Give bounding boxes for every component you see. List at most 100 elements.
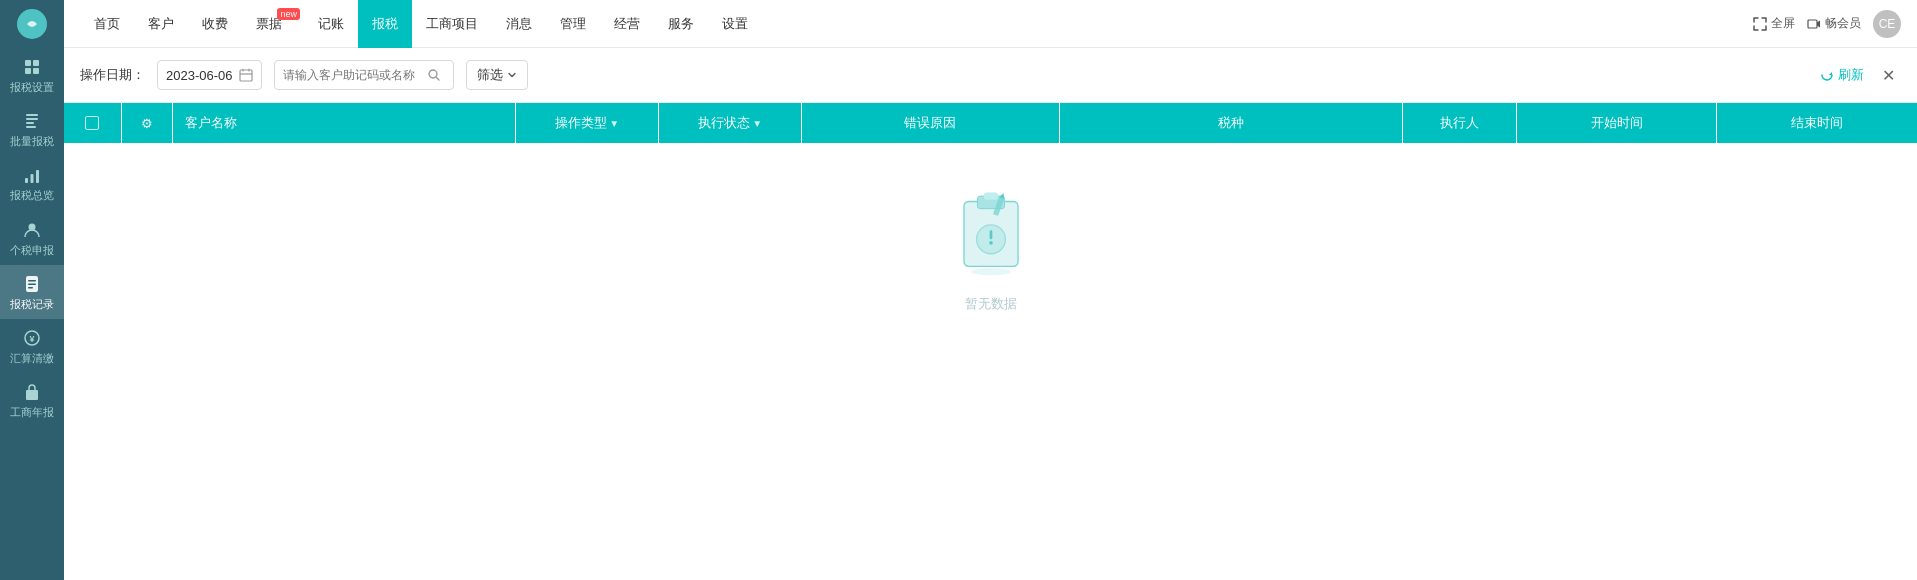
sidebar-item-label: 汇算清缴	[10, 352, 54, 365]
svg-rect-15	[28, 283, 36, 285]
th-error: 错误原因	[802, 103, 1059, 143]
search-input[interactable]	[283, 68, 423, 82]
data-table: ⚙ 客户名称 操作类型 ▼ 执行状态	[64, 103, 1917, 143]
sidebar-item-label: 报税总览	[10, 189, 54, 202]
date-picker[interactable]: 2023-06-06	[157, 60, 262, 90]
sidebar-item-tax-settings[interactable]: 报税设置	[0, 48, 64, 102]
th-optype[interactable]: 操作类型 ▼	[516, 103, 659, 143]
date-label: 操作日期：	[80, 66, 145, 84]
toolbar: 操作日期： 2023-06-06 筛选	[64, 48, 1917, 103]
svg-rect-16	[28, 287, 33, 289]
svg-point-29	[989, 241, 993, 245]
svg-rect-28	[989, 230, 992, 239]
svg-rect-21	[240, 70, 252, 81]
nav-tax[interactable]: 报税	[358, 0, 412, 48]
sidebar: 报税设置 批量报税 报税总览 个税申报 报税记录 ¥ 汇算清缴 工	[0, 0, 64, 580]
refresh-label: 刷新	[1838, 66, 1864, 84]
sidebar-item-tax-records[interactable]: 报税记录	[0, 265, 64, 319]
svg-rect-1	[25, 60, 31, 66]
svg-rect-3	[25, 68, 31, 74]
new-badge: new	[277, 8, 300, 21]
select-all-checkbox[interactable]	[85, 116, 99, 130]
fullscreen-label: 全屏	[1771, 15, 1795, 32]
tax-settings-icon	[21, 56, 43, 78]
nav-finance[interactable]: 经营	[600, 0, 654, 48]
content-area: 操作日期： 2023-06-06 筛选	[64, 48, 1917, 580]
svg-point-32	[971, 268, 1011, 275]
sidebar-item-label: 报税设置	[10, 81, 54, 94]
fullscreen-button[interactable]: 全屏	[1753, 15, 1795, 32]
close-button[interactable]: ✕	[1876, 64, 1901, 87]
svg-rect-11	[36, 170, 39, 183]
empty-text: 暂无数据	[965, 295, 1017, 313]
sidebar-item-batch-tax[interactable]: 批量报税	[0, 102, 64, 156]
refresh-icon	[1820, 68, 1834, 82]
member-button[interactable]: 畅会员	[1807, 15, 1861, 32]
nav-manage[interactable]: 管理	[546, 0, 600, 48]
search-icon	[427, 68, 441, 82]
topnav-right: 全屏 畅会员 CE	[1753, 10, 1901, 38]
th-executor: 执行人	[1402, 103, 1516, 143]
svg-rect-20	[1808, 20, 1817, 28]
logo-icon	[17, 9, 47, 39]
svg-rect-7	[26, 122, 34, 124]
sidebar-item-label: 批量报税	[10, 135, 54, 148]
tax-records-icon	[21, 273, 43, 295]
sidebar-item-annual-report[interactable]: 工商年报	[0, 373, 64, 427]
personal-tax-icon	[21, 219, 43, 241]
settlement-icon: ¥	[21, 327, 43, 349]
th-customer: 客户名称	[173, 103, 516, 143]
th-taxtype: 税种	[1059, 103, 1402, 143]
nav-customer[interactable]: 客户	[134, 0, 188, 48]
brand-svg	[21, 13, 43, 35]
nav-settings[interactable]: 设置	[708, 0, 762, 48]
sidebar-item-label: 工商年报	[10, 406, 54, 419]
table-container: ⚙ 客户名称 操作类型 ▼ 执行状态	[64, 103, 1917, 580]
nav-items: 首页 客户 收费 票据 new 记账 报税 工商项目 消息	[80, 0, 1753, 48]
th-starttime: 开始时间	[1517, 103, 1717, 143]
th-status[interactable]: 执行状态 ▼	[659, 103, 802, 143]
filter-label: 筛选	[477, 66, 503, 84]
nav-bizproject[interactable]: 工商项目	[412, 0, 492, 48]
nav-home[interactable]: 首页	[80, 0, 134, 48]
empty-illustration	[946, 183, 1036, 283]
sidebar-item-label: 报税记录	[10, 298, 54, 311]
filter-button[interactable]: 筛选	[466, 60, 528, 90]
date-value: 2023-06-06	[166, 68, 233, 83]
nav-invoice[interactable]: 票据 new	[242, 0, 304, 48]
sidebar-logo	[0, 0, 64, 48]
th-checkbox	[64, 103, 121, 143]
avatar[interactable]: CE	[1873, 10, 1901, 38]
empty-state: 暂无数据	[64, 143, 1917, 373]
batch-tax-icon	[21, 110, 43, 132]
svg-rect-9	[25, 178, 28, 183]
calendar-icon	[239, 68, 253, 82]
annual-report-icon	[21, 381, 43, 403]
fullscreen-icon	[1753, 17, 1767, 31]
tax-overview-icon	[21, 164, 43, 186]
top-navigation: 首页 客户 收费 票据 new 记账 报税 工商项目 消息	[64, 0, 1917, 48]
sort-icon: ▼	[752, 118, 762, 129]
svg-rect-6	[26, 118, 38, 120]
sidebar-item-settlement[interactable]: ¥ 汇算清缴	[0, 319, 64, 373]
svg-rect-5	[26, 114, 38, 116]
chevron-down-icon	[507, 70, 517, 80]
svg-rect-4	[33, 68, 39, 74]
svg-rect-10	[31, 174, 34, 183]
svg-rect-14	[28, 280, 36, 282]
nav-bookkeeping[interactable]: 记账	[304, 0, 358, 48]
svg-text:¥: ¥	[29, 334, 34, 344]
svg-rect-2	[33, 60, 39, 66]
th-endtime: 结束时间	[1717, 103, 1917, 143]
video-icon	[1807, 17, 1821, 31]
refresh-button[interactable]: 刷新	[1820, 66, 1864, 84]
member-label: 畅会员	[1825, 15, 1861, 32]
nav-service[interactable]: 服务	[654, 0, 708, 48]
sidebar-item-personal-tax[interactable]: 个税申报	[0, 211, 64, 265]
th-settings[interactable]: ⚙	[121, 103, 172, 143]
nav-billing[interactable]: 收费	[188, 0, 242, 48]
nav-message[interactable]: 消息	[492, 0, 546, 48]
search-wrap	[274, 60, 454, 90]
svg-rect-26	[983, 193, 997, 200]
sidebar-item-tax-overview[interactable]: 报税总览	[0, 156, 64, 210]
